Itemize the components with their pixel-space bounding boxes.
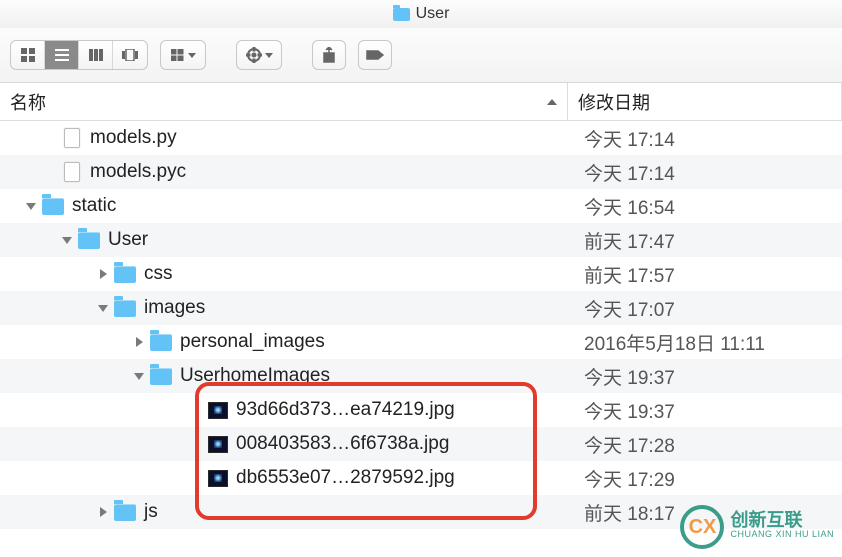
watermark-logo: CX [680, 505, 724, 549]
column-header-date[interactable]: 修改日期 [568, 83, 842, 120]
list-item[interactable]: css 前天 17:57 [0, 257, 842, 291]
watermark-brand-cn: 创新互联 [730, 513, 834, 527]
list-item[interactable]: models.pyc 今天 17:14 [0, 155, 842, 189]
file-name: static [72, 195, 116, 217]
file-icon [64, 128, 80, 148]
view-list-button[interactable] [45, 41, 79, 69]
list-item[interactable]: 93d66d373…ea74219.jpg 今天 19:37 [0, 393, 842, 427]
list-item[interactable]: UserhomeImages 今天 19:37 [0, 359, 842, 393]
file-date: 今天 17:14 [568, 125, 842, 152]
file-date: 前天 17:57 [568, 261, 842, 288]
watermark: CX 创新互联 CHUANG XIN HU LIAN [680, 505, 834, 549]
file-name: images [144, 297, 205, 319]
file-date: 今天 17:29 [568, 465, 842, 492]
toolbar [0, 28, 842, 83]
view-coverflow-button[interactable] [113, 41, 147, 69]
disclosure-triangle[interactable] [128, 373, 150, 380]
folder-icon [393, 8, 410, 21]
folder-icon [114, 504, 136, 521]
window-title: User [416, 5, 450, 23]
disclosure-triangle[interactable] [56, 237, 78, 244]
file-name: personal_images [180, 331, 325, 353]
list-item[interactable]: static 今天 16:54 [0, 189, 842, 223]
chevron-down-icon [188, 53, 196, 58]
file-date: 今天 17:07 [568, 295, 842, 322]
list-item[interactable]: 008403583…6f6738a.jpg 今天 17:28 [0, 427, 842, 461]
disclosure-triangle[interactable] [92, 507, 114, 517]
sort-ascending-icon [547, 99, 557, 105]
file-date: 前天 17:47 [568, 227, 842, 254]
chevron-down-icon [265, 53, 273, 58]
disclosure-triangle[interactable] [128, 337, 150, 347]
file-name: js [144, 501, 158, 523]
folder-icon [78, 232, 100, 249]
disclosure-triangle[interactable] [92, 269, 114, 279]
file-name: db6553e07…2879592.jpg [236, 467, 455, 489]
column-header-name-label: 名称 [10, 89, 46, 115]
folder-icon [42, 198, 64, 215]
image-icon [208, 436, 228, 453]
action-button[interactable] [236, 40, 282, 70]
view-columns-button[interactable] [79, 41, 113, 69]
column-header: 名称 修改日期 [0, 83, 842, 121]
list-item[interactable]: models.py 今天 17:14 [0, 121, 842, 155]
file-date: 今天 19:37 [568, 363, 842, 390]
file-name: 93d66d373…ea74219.jpg [236, 399, 455, 421]
list-item[interactable]: personal_images 2016年5月18日 11:11 [0, 325, 842, 359]
list-item[interactable]: db6553e07…2879592.jpg 今天 17:29 [0, 461, 842, 495]
view-mode-segment [10, 40, 148, 70]
file-date: 今天 17:14 [568, 159, 842, 186]
file-date: 今天 17:28 [568, 431, 842, 458]
column-header-date-label: 修改日期 [578, 89, 650, 115]
file-name: 008403583…6f6738a.jpg [236, 433, 449, 455]
file-name: css [144, 263, 173, 285]
folder-icon [150, 368, 172, 385]
arrange-button[interactable] [160, 40, 206, 70]
file-name: models.py [90, 127, 177, 149]
folder-icon [150, 334, 172, 351]
file-name: UserhomeImages [180, 365, 330, 387]
file-icon [64, 162, 80, 182]
image-icon [208, 470, 228, 487]
disclosure-triangle[interactable] [20, 203, 42, 210]
share-button[interactable] [312, 40, 346, 70]
list-item[interactable]: User 前天 17:47 [0, 223, 842, 257]
file-date: 今天 19:37 [568, 397, 842, 424]
file-list: models.py 今天 17:14 models.pyc 今天 17:14 stati… [0, 121, 842, 529]
window-titlebar: User [0, 0, 842, 28]
tags-button[interactable] [358, 40, 392, 70]
view-icon-button[interactable] [11, 41, 45, 69]
disclosure-triangle[interactable] [92, 305, 114, 312]
column-header-name[interactable]: 名称 [0, 83, 568, 120]
file-date: 今天 16:54 [568, 193, 842, 220]
folder-icon [114, 300, 136, 317]
watermark-brand-py: CHUANG XIN HU LIAN [730, 527, 834, 541]
folder-icon [114, 266, 136, 283]
image-icon [208, 402, 228, 419]
file-date: 2016年5月18日 11:11 [568, 329, 842, 356]
file-name: models.pyc [90, 161, 186, 183]
file-name: User [108, 229, 148, 251]
list-item[interactable]: images 今天 17:07 [0, 291, 842, 325]
